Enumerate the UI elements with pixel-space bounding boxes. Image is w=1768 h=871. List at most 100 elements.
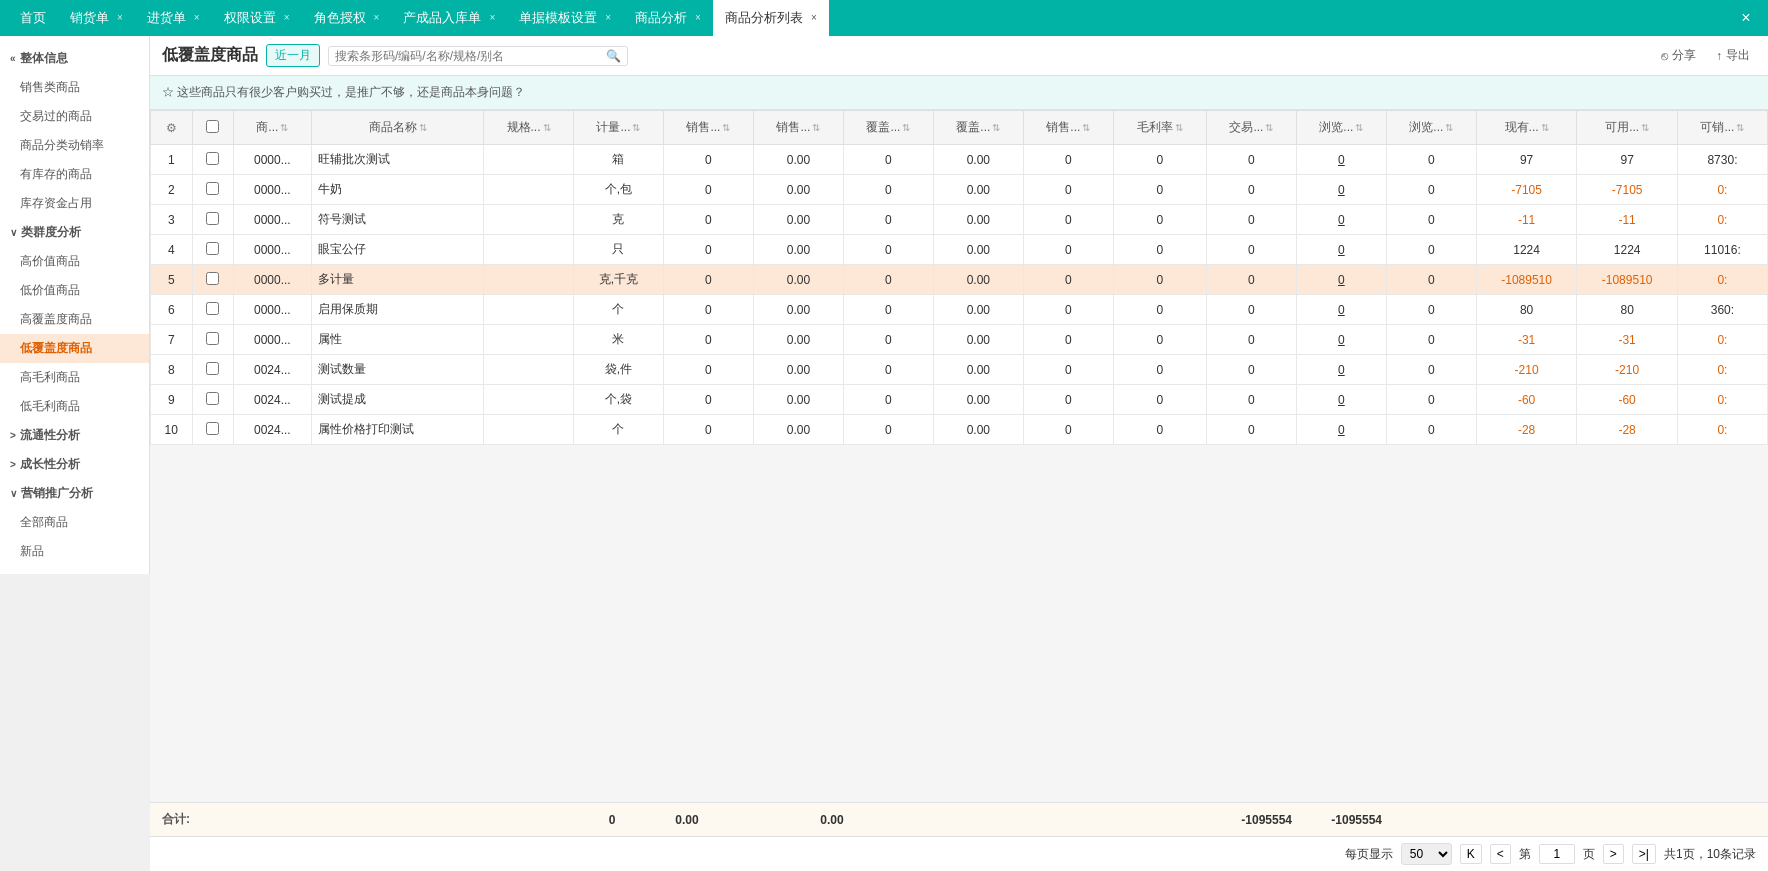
row-checkbox[interactable] xyxy=(192,415,233,445)
nav-item-template[interactable]: 单据模板设置 × xyxy=(507,0,623,36)
col-cover1[interactable]: 覆盖...⇅ xyxy=(843,111,933,145)
col-margin[interactable]: 毛利率⇅ xyxy=(1113,111,1206,145)
row-checkbox[interactable] xyxy=(192,265,233,295)
sidebar-item-low-margin[interactable]: 低毛利商品 xyxy=(0,392,149,421)
next-page-button[interactable]: > xyxy=(1603,844,1624,864)
sidebar-item-low-coverage[interactable]: 低覆盖度商品 xyxy=(0,334,149,363)
search-icon[interactable]: 🔍 xyxy=(606,49,621,63)
sidebar-section-circulation[interactable]: > 流通性分析 xyxy=(0,421,149,450)
col-sales2[interactable]: 销售...⇅ xyxy=(753,111,843,145)
sidebar-section-growth[interactable]: > 成长性分析 xyxy=(0,450,149,479)
sidebar-item-high-coverage[interactable]: 高覆盖度商品 xyxy=(0,305,149,334)
col-spec[interactable]: 规格...⇅ xyxy=(484,111,574,145)
sidebar-item-traded-products[interactable]: 交易过的商品 xyxy=(0,102,149,131)
col-settings[interactable]: ⚙ xyxy=(151,111,193,145)
row-stock1: 1224 xyxy=(1476,235,1577,265)
table-row: 20000...牛奶个,包00.0000.0000000-7105-71050: xyxy=(151,175,1768,205)
time-filter-button[interactable]: 近一月 xyxy=(266,44,320,67)
nav-close-template[interactable]: × xyxy=(605,0,611,36)
row-browse1: 0 xyxy=(1296,355,1386,385)
nav-close-purchase[interactable]: × xyxy=(194,0,200,36)
row-checkbox[interactable] xyxy=(192,175,233,205)
select-all-checkbox[interactable] xyxy=(206,120,219,133)
nav-item-finished-goods[interactable]: 产成品入库单 × xyxy=(391,0,507,36)
table-row: 70000...属性米00.0000.0000000-31-310: xyxy=(151,325,1768,355)
collapse-overall-icon: « xyxy=(10,53,16,64)
nav-item-product-analysis[interactable]: 商品分析 × xyxy=(623,0,713,36)
nav-close-finished[interactable]: × xyxy=(489,0,495,36)
nav-item-roles[interactable]: 角色授权 × xyxy=(302,0,392,36)
col-browse2[interactable]: 浏览...⇅ xyxy=(1386,111,1476,145)
sidebar-section-cluster[interactable]: ∨ 类群度分析 xyxy=(0,218,149,247)
col-stock1[interactable]: 现有...⇅ xyxy=(1476,111,1577,145)
row-browse2: 0 xyxy=(1386,415,1476,445)
sidebar-item-low-value[interactable]: 低价值商品 xyxy=(0,276,149,305)
row-margin: 0 xyxy=(1113,415,1206,445)
nav-close-analysis-list[interactable]: × xyxy=(811,0,817,36)
row-checkbox[interactable] xyxy=(192,355,233,385)
share-button[interactable]: ⎋ 分享 xyxy=(1655,45,1702,66)
nav-close-permissions[interactable]: × xyxy=(284,0,290,36)
row-checkbox[interactable] xyxy=(192,295,233,325)
row-unit: 个 xyxy=(574,295,664,325)
row-margin: 0 xyxy=(1113,385,1206,415)
nav-item-sales[interactable]: 销货单 × xyxy=(58,0,135,36)
col-checkbox[interactable] xyxy=(192,111,233,145)
col-stock2[interactable]: 可用...⇅ xyxy=(1577,111,1678,145)
row-checkbox[interactable] xyxy=(192,385,233,415)
window-close-button[interactable]: × xyxy=(1732,4,1760,32)
col-cover2[interactable]: 覆盖...⇅ xyxy=(933,111,1023,145)
nav-close-analysis[interactable]: × xyxy=(695,0,701,36)
col-name[interactable]: 商品名称⇅ xyxy=(312,111,484,145)
col-code[interactable]: 商...⇅ xyxy=(233,111,311,145)
row-checkbox[interactable] xyxy=(192,145,233,175)
row-name: 旺辅批次测试 xyxy=(312,145,484,175)
sidebar-item-high-margin[interactable]: 高毛利商品 xyxy=(0,363,149,392)
sidebar-item-sales-products[interactable]: 销售类商品 xyxy=(0,73,149,102)
sidebar-item-new-products[interactable]: 新品 xyxy=(0,537,149,566)
sidebar-item-all-products[interactable]: 全部商品 xyxy=(0,508,149,537)
row-checkbox[interactable] xyxy=(192,325,233,355)
row-stock1: -1089510 xyxy=(1476,265,1577,295)
row-trade: 0 xyxy=(1206,145,1296,175)
nav-close-roles[interactable]: × xyxy=(374,0,380,36)
sidebar-item-category-sales-rate[interactable]: 商品分类动销率 xyxy=(0,131,149,160)
row-checkbox[interactable] xyxy=(192,205,233,235)
row-cover2: 0.00 xyxy=(933,175,1023,205)
row-num: 4 xyxy=(151,235,193,265)
info-banner: ☆ 这些商品只有很少客户购买过，是推广不够，还是商品本身问题？ xyxy=(150,76,1768,110)
export-button[interactable]: ↑ 导出 xyxy=(1710,45,1756,66)
col-sales3[interactable]: 销售...⇅ xyxy=(1023,111,1113,145)
prev-page-button[interactable]: < xyxy=(1490,844,1511,864)
sidebar-section-overall[interactable]: « 整体信息 xyxy=(0,44,149,73)
first-page-button[interactable]: K xyxy=(1460,844,1482,864)
row-trade: 0 xyxy=(1206,325,1296,355)
table-container: ⚙ 商...⇅ 商品名称⇅ 规格...⇅ 计量...⇅ 销售...⇅ 销售...… xyxy=(150,110,1768,802)
sidebar-item-high-value[interactable]: 高价值商品 xyxy=(0,247,149,276)
nav-item-home[interactable]: 首页 xyxy=(8,0,58,36)
row-browse2: 0 xyxy=(1386,235,1476,265)
col-trade[interactable]: 交易...⇅ xyxy=(1206,111,1296,145)
col-stock3[interactable]: 可销...⇅ xyxy=(1677,111,1767,145)
info-banner-text: ☆ 这些商品只有很少客户购买过，是推广不够，还是商品本身问题？ xyxy=(162,84,525,101)
sidebar-item-stocked-products[interactable]: 有库存的商品 xyxy=(0,160,149,189)
row-browse2: 0 xyxy=(1386,205,1476,235)
last-page-button[interactable]: >| xyxy=(1632,844,1656,864)
nav-item-permissions[interactable]: 权限设置 × xyxy=(212,0,302,36)
nav-item-product-analysis-list[interactable]: 商品分析列表 × xyxy=(713,0,829,36)
sidebar-item-stock-capital[interactable]: 库存资金占用 xyxy=(0,189,149,218)
footer-stock2: -1095554 xyxy=(1292,813,1382,827)
col-unit[interactable]: 计量...⇅ xyxy=(574,111,664,145)
search-input[interactable] xyxy=(335,49,602,63)
nav-item-purchase[interactable]: 进货单 × xyxy=(135,0,212,36)
row-num: 3 xyxy=(151,205,193,235)
per-page-select[interactable]: 50 100 200 xyxy=(1401,843,1452,865)
row-cover2: 0.00 xyxy=(933,295,1023,325)
row-checkbox[interactable] xyxy=(192,235,233,265)
row-sales3: 0 xyxy=(1023,325,1113,355)
col-sales1[interactable]: 销售...⇅ xyxy=(663,111,753,145)
sidebar-section-marketing[interactable]: ∨ 营销推广分析 xyxy=(0,479,149,508)
col-browse1[interactable]: 浏览...⇅ xyxy=(1296,111,1386,145)
nav-close-sales[interactable]: × xyxy=(117,0,123,36)
page-number-input[interactable] xyxy=(1539,844,1575,864)
